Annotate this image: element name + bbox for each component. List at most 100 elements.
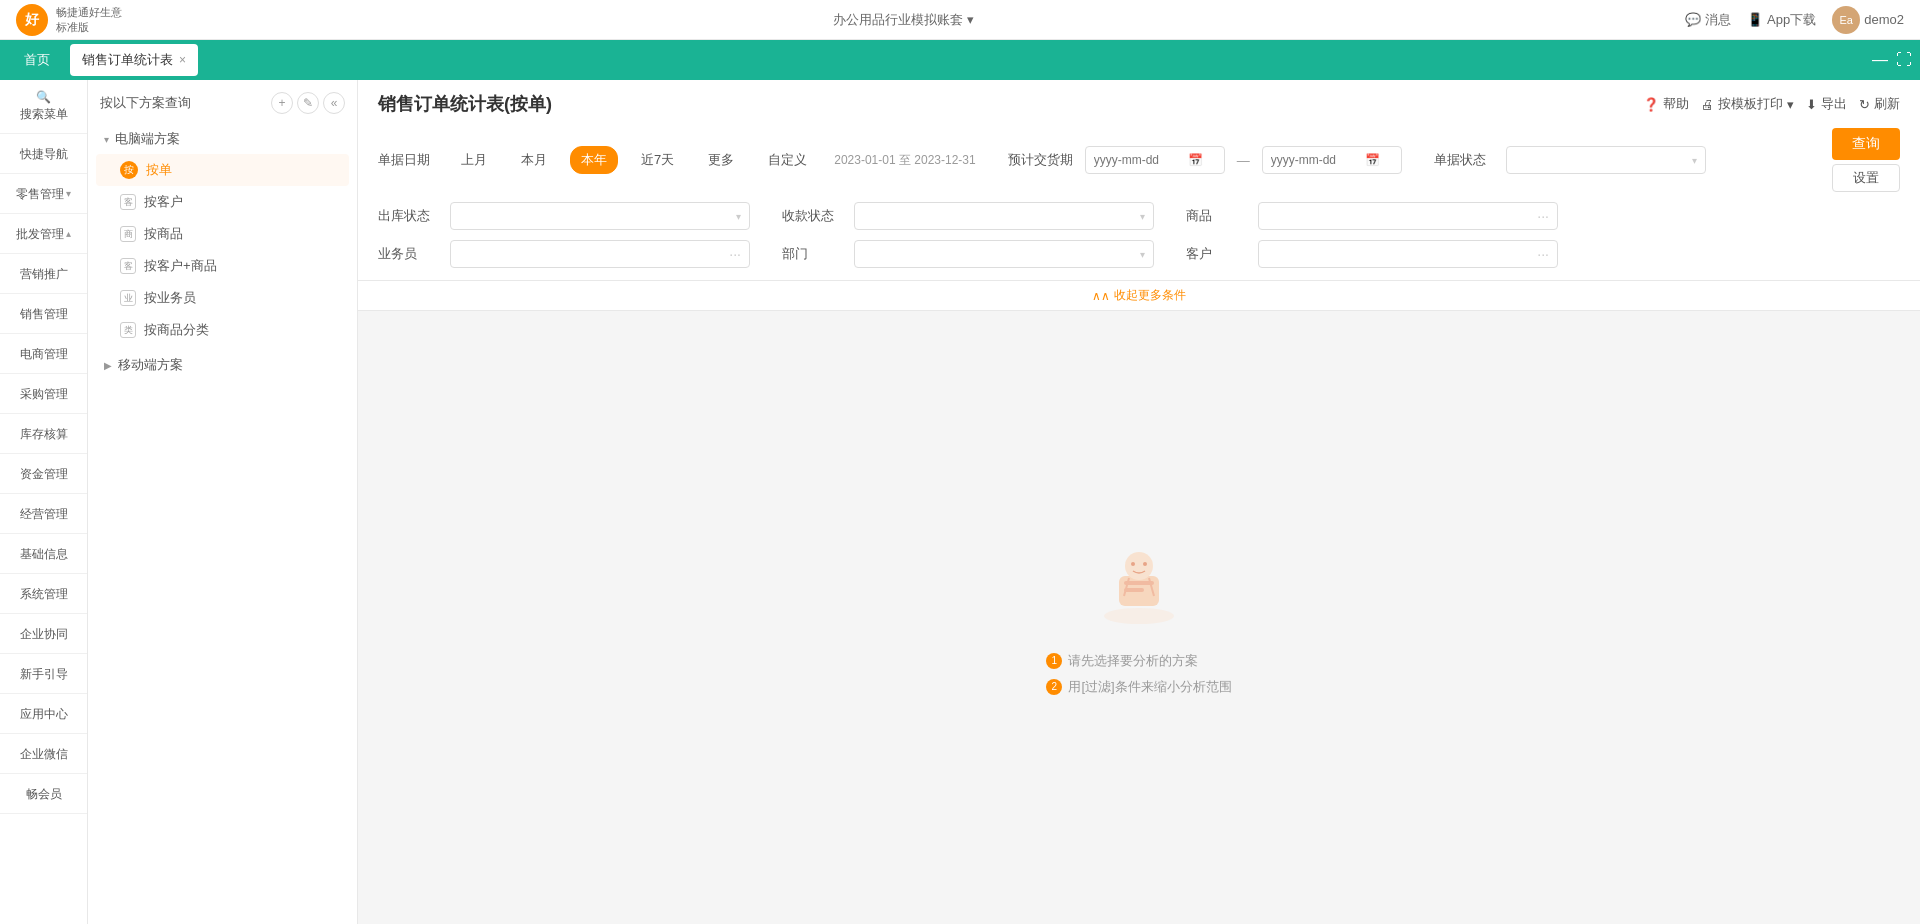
dept-select[interactable]: ▾ bbox=[854, 240, 1154, 268]
refresh-btn[interactable]: ↻ 刷新 bbox=[1859, 95, 1900, 113]
calendar-to-icon: 📅 bbox=[1365, 153, 1380, 167]
customer-dots-icon[interactable]: ··· bbox=[1537, 246, 1549, 262]
scheme-item-by-category[interactable]: 类 按商品分类 bbox=[96, 314, 349, 346]
sales-select[interactable]: ··· bbox=[450, 240, 750, 268]
active-tab-label: 销售订单统计表 bbox=[82, 51, 173, 69]
tab-close-icon[interactable]: × bbox=[179, 53, 186, 67]
user-name: demo2 bbox=[1864, 12, 1904, 27]
message-label: 消息 bbox=[1705, 11, 1731, 29]
user-area[interactable]: Ea demo2 bbox=[1832, 6, 1904, 34]
filter-row-3: 业务员 ··· 部门 ▾ 客户 ··· bbox=[378, 240, 1900, 268]
date-range-text: 2023-01-01 至 2023-12-31 bbox=[834, 152, 975, 169]
refresh-label: 刷新 bbox=[1874, 95, 1900, 113]
pay-select[interactable]: ▾ bbox=[854, 202, 1154, 230]
pc-group-label: 电脑端方案 bbox=[115, 130, 180, 148]
sidebar-item-corp[interactable]: 企业协同 bbox=[0, 614, 87, 654]
sales-label: 业务员 bbox=[378, 245, 438, 263]
scheme-label-goods: 按商品 bbox=[144, 225, 183, 243]
mobile-scheme-group: ▶ 移动端方案 bbox=[96, 350, 349, 380]
sidebar-item-basic[interactable]: 基础信息 bbox=[0, 534, 87, 574]
tab-collapse-btn[interactable]: — bbox=[1872, 51, 1888, 69]
scheme-item-by-order[interactable]: 按 按单 bbox=[96, 154, 349, 186]
date-btn-this-month[interactable]: 本月 bbox=[510, 146, 558, 174]
left-panel-header: 按以下方案查询 + ✎ « bbox=[96, 92, 349, 114]
export-btn[interactable]: ⬇ 导出 bbox=[1806, 95, 1847, 113]
shipping-arrow: ▾ bbox=[736, 211, 741, 222]
customer-select[interactable]: ··· bbox=[1258, 240, 1558, 268]
top-bar-right: 💬 消息 📱 App下载 Ea demo2 bbox=[1685, 6, 1904, 34]
date-to-input[interactable] bbox=[1271, 153, 1361, 167]
sidebar-item-finance[interactable]: 资金管理 bbox=[0, 454, 87, 494]
sidebar-item-purchase[interactable]: 采购管理 bbox=[0, 374, 87, 414]
goods-select[interactable]: ··· bbox=[1258, 202, 1558, 230]
pc-group-arrow: ▾ bbox=[104, 134, 109, 145]
avatar: Ea bbox=[1832, 6, 1860, 34]
app-name-arrow[interactable]: ▾ bbox=[967, 12, 974, 27]
sidebar-item-sales[interactable]: 销售管理 bbox=[0, 294, 87, 334]
sidebar-item-marketing[interactable]: 营销推广 bbox=[0, 254, 87, 294]
shipping-label: 出库状态 bbox=[378, 207, 438, 225]
sidebar-item-search[interactable]: 🔍 搜索菜单 bbox=[0, 80, 87, 134]
date-from-wrap[interactable]: 📅 bbox=[1085, 146, 1225, 174]
scheme-item-by-salesperson[interactable]: 业 按业务员 bbox=[96, 282, 349, 314]
app-download-btn[interactable]: 📱 App下载 bbox=[1747, 11, 1816, 29]
sidebar-item-newuser[interactable]: 新手引导 bbox=[0, 654, 87, 694]
edit-scheme-btn[interactable]: ✎ bbox=[297, 92, 319, 114]
date-btn-more[interactable]: 更多 bbox=[697, 146, 745, 174]
right-panel: 销售订单统计表(按单) ❓ 帮助 🖨 按模板打印 ▾ ⬇ 导出 bbox=[358, 80, 1920, 924]
print-btn[interactable]: 🖨 按模板打印 ▾ bbox=[1701, 95, 1794, 113]
collapse-bar[interactable]: ∧∧ 收起更多条件 bbox=[358, 281, 1920, 311]
sidebar-item-ecommerce[interactable]: 电商管理 bbox=[0, 334, 87, 374]
date-btn-last-month[interactable]: 上月 bbox=[450, 146, 498, 174]
tab-expand-btn[interactable]: ⛶ bbox=[1896, 51, 1912, 69]
page-title-actions: ❓ 帮助 🖨 按模板打印 ▾ ⬇ 导出 ↻ 刷新 bbox=[1643, 95, 1900, 113]
page-title: 销售订单统计表(按单) bbox=[378, 92, 552, 116]
sidebar-item-quick-nav[interactable]: 快捷导航 bbox=[0, 134, 87, 174]
empty-hints: 1 请先选择要分析的方案 2 用[过滤]条件来缩小分析范围 bbox=[1046, 648, 1231, 700]
date-btn-this-year[interactable]: 本年 bbox=[570, 146, 618, 174]
sidebar-item-retail[interactable]: 零售管理 ▾ bbox=[0, 174, 87, 214]
app-name-area[interactable]: 办公用品行业模拟账套 ▾ bbox=[833, 11, 974, 29]
status-label: 单据状态 bbox=[1434, 151, 1494, 169]
date-to-wrap[interactable]: 📅 bbox=[1262, 146, 1402, 174]
pc-scheme-group-header[interactable]: ▾ 电脑端方案 bbox=[96, 124, 349, 154]
status-select[interactable]: ▾ bbox=[1506, 146, 1706, 174]
scheme-item-by-goods[interactable]: 商 按商品 bbox=[96, 218, 349, 250]
left-panel-title: 按以下方案查询 bbox=[100, 94, 191, 112]
goods-dots-icon[interactable]: ··· bbox=[1537, 208, 1549, 224]
add-scheme-btn[interactable]: + bbox=[271, 92, 293, 114]
sidebar-item-member[interactable]: 畅会员 bbox=[0, 774, 87, 814]
date-from-input[interactable] bbox=[1094, 153, 1184, 167]
date-btn-7days[interactable]: 近7天 bbox=[630, 146, 685, 174]
sidebar-item-inventory[interactable]: 库存核算 bbox=[0, 414, 87, 454]
sales-dots-icon[interactable]: ··· bbox=[729, 246, 741, 262]
shipping-select[interactable]: ▾ bbox=[450, 202, 750, 230]
settings-btn[interactable]: 设置 bbox=[1832, 164, 1900, 192]
tab-bar-actions: — ⛶ bbox=[1872, 51, 1912, 69]
scheme-label-salesperson: 按业务员 bbox=[144, 289, 196, 307]
home-tab[interactable]: 首页 bbox=[8, 44, 66, 76]
scheme-item-by-customer-goods[interactable]: 客 按客户+商品 bbox=[96, 250, 349, 282]
active-tab[interactable]: 销售订单统计表 × bbox=[70, 44, 198, 76]
pay-label: 收款状态 bbox=[782, 207, 842, 225]
sidebar-item-system[interactable]: 系统管理 bbox=[0, 574, 87, 614]
hint-text-2: 用[过滤]条件来缩小分析范围 bbox=[1068, 674, 1231, 700]
sidebar-item-wechat[interactable]: 企业微信 bbox=[0, 734, 87, 774]
wholesale-arrow: ▴ bbox=[66, 228, 71, 239]
scheme-item-by-customer[interactable]: 客 按客户 bbox=[96, 186, 349, 218]
scheme-label-category: 按商品分类 bbox=[144, 321, 209, 339]
hint-item-2: 2 用[过滤]条件来缩小分析范围 bbox=[1046, 674, 1231, 700]
scheme-icon-goods: 商 bbox=[120, 226, 136, 242]
help-btn[interactable]: ❓ 帮助 bbox=[1643, 95, 1689, 113]
svg-point-0 bbox=[1104, 608, 1174, 624]
sidebar-item-operations[interactable]: 经营管理 bbox=[0, 494, 87, 534]
collapse-up-icon: ∧∧ bbox=[1092, 289, 1110, 303]
collapse-panel-btn[interactable]: « bbox=[323, 92, 345, 114]
app-name-label: 办公用品行业模拟账套 bbox=[833, 11, 963, 29]
date-btn-custom[interactable]: 自定义 bbox=[757, 146, 818, 174]
query-btn[interactable]: 查询 bbox=[1832, 128, 1900, 160]
mobile-scheme-group-header[interactable]: ▶ 移动端方案 bbox=[96, 350, 349, 380]
message-btn[interactable]: 💬 消息 bbox=[1685, 11, 1731, 29]
sidebar-item-wholesale[interactable]: 批发管理 ▴ bbox=[0, 214, 87, 254]
sidebar-item-apps[interactable]: 应用中心 bbox=[0, 694, 87, 734]
